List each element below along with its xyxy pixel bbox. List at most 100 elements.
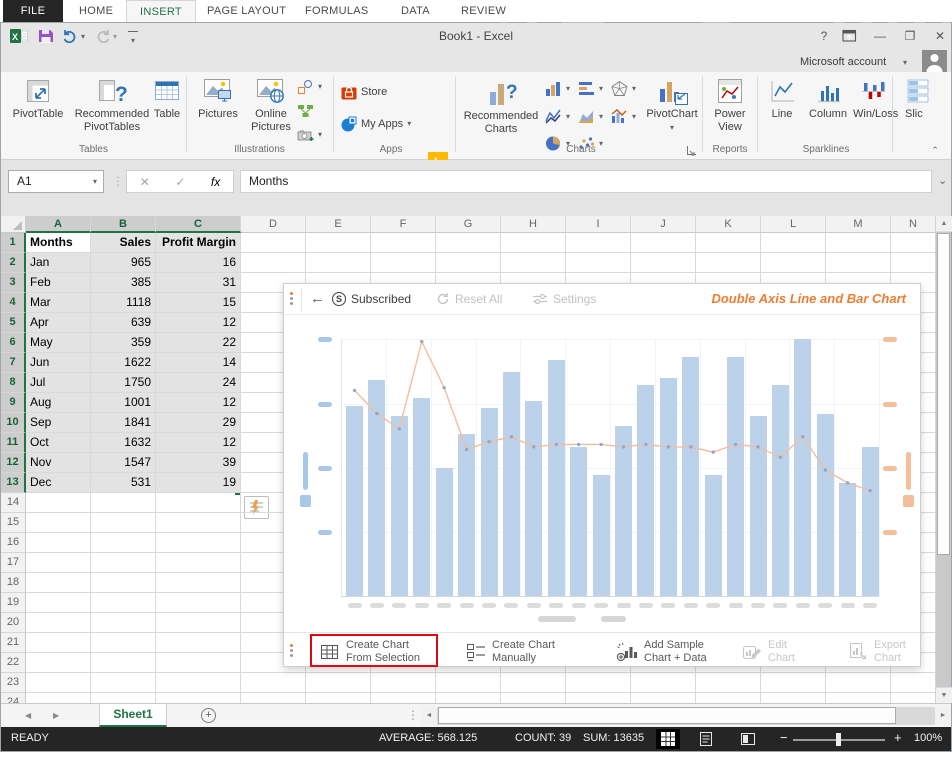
pictures-button[interactable]: Pictures (193, 76, 243, 121)
cell-L2[interactable] (761, 253, 826, 273)
cell-B21[interactable] (91, 633, 156, 653)
recommended-charts-button[interactable]: ? Recommended Charts (461, 76, 541, 135)
cell-A9[interactable]: Aug (26, 393, 91, 413)
cell-A17[interactable] (26, 553, 91, 573)
cell-C14[interactable] (156, 493, 241, 513)
cell-H23[interactable] (501, 673, 566, 693)
cell-C12[interactable]: 39 (156, 453, 241, 473)
cell-J24[interactable] (631, 693, 696, 703)
cell-G1[interactable] (436, 233, 501, 253)
screenshot-button[interactable]: ▾ (297, 127, 322, 143)
view-normal-button[interactable] (656, 729, 680, 749)
row-header-12[interactable]: 12 (1, 453, 26, 473)
insert-column-chart-button[interactable]: ▾ (545, 81, 570, 96)
edit-chart-button[interactable]: Edit Chart (742, 639, 795, 664)
formula-input[interactable]: Months (240, 170, 932, 193)
cell-A13[interactable]: Dec (26, 473, 91, 493)
cell-B16[interactable] (91, 533, 156, 553)
toolbar-drag-handle-icon[interactable] (290, 644, 293, 657)
vertical-scrollbar[interactable]: ▲ ▼ (935, 216, 952, 703)
cell-A16[interactable] (26, 533, 91, 553)
cell-M24[interactable] (826, 693, 891, 703)
row-header-3[interactable]: 3 (1, 273, 26, 293)
cell-B11[interactable]: 1632 (91, 433, 156, 453)
add-sample-chart-button[interactable]: Add Sample Chart + Data (616, 639, 707, 664)
scroll-left-icon[interactable]: ◄ (421, 707, 437, 725)
cell-B9[interactable]: 1001 (91, 393, 156, 413)
cell-L24[interactable] (761, 693, 826, 703)
cell-B1[interactable]: Sales (91, 233, 156, 253)
slicer-button[interactable]: Slic (899, 76, 949, 121)
cell-B20[interactable] (91, 613, 156, 633)
cell-K23[interactable] (696, 673, 761, 693)
cell-C24[interactable] (156, 693, 241, 703)
cell-K1[interactable] (696, 233, 761, 253)
row-header-14[interactable]: 14 (1, 493, 26, 513)
cell-B18[interactable] (91, 573, 156, 593)
cell-A19[interactable] (26, 593, 91, 613)
zoom-level[interactable]: 100% (914, 732, 942, 744)
insert-line-chart-button[interactable]: ▾ (545, 109, 570, 124)
insert-function-icon[interactable]: fx (211, 175, 220, 189)
addin-settings-button[interactable]: Settings (532, 292, 596, 306)
column-header-F[interactable]: F (371, 216, 436, 233)
tab-review[interactable]: REVIEW (448, 0, 519, 22)
export-chart-button[interactable]: Export Chart (848, 639, 906, 664)
charts-dialog-launcher[interactable] (687, 146, 696, 156)
row-header-20[interactable]: 20 (1, 613, 26, 633)
cell-B23[interactable] (91, 673, 156, 693)
cell-B6[interactable]: 359 (91, 333, 156, 353)
column-header-E[interactable]: E (306, 216, 371, 233)
ribbon-display-options-button[interactable] (842, 29, 857, 46)
tab-data[interactable]: DATA (388, 0, 443, 22)
cell-A5[interactable]: Apr (26, 313, 91, 333)
cell-B8[interactable]: 1750 (91, 373, 156, 393)
minimize-button[interactable]: — (868, 27, 892, 45)
shapes-button[interactable]: ▾ (297, 79, 322, 95)
cell-C21[interactable] (156, 633, 241, 653)
addin-drag-handle-icon[interactable] (290, 292, 293, 305)
close-button[interactable]: ✕ (928, 27, 952, 45)
row-header-22[interactable]: 22 (1, 653, 26, 673)
cell-C11[interactable]: 12 (156, 433, 241, 453)
insert-bar-chart-button[interactable]: ▾ (578, 81, 603, 96)
cell-C4[interactable]: 15 (156, 293, 241, 313)
tab-insert[interactable]: INSERT (126, 0, 196, 22)
addin-subscribed-badge[interactable]: S Subscribed (332, 292, 411, 306)
cell-A3[interactable]: Feb (26, 273, 91, 293)
addin-reset-all-button[interactable]: Reset All (436, 292, 502, 306)
cell-B12[interactable]: 1547 (91, 453, 156, 473)
insert-radar-chart-button[interactable]: ▾ (611, 81, 636, 96)
row-header-9[interactable]: 9 (1, 393, 26, 413)
collapse-ribbon-icon[interactable]: ˆ (933, 144, 937, 159)
create-chart-from-selection-button[interactable]: Create Chart From Selection (320, 639, 420, 664)
sheet-nav-left-icon[interactable]: ◀ (25, 711, 31, 720)
table-button[interactable]: Table (149, 76, 185, 121)
column-header-M[interactable]: M (826, 216, 891, 233)
cell-N2[interactable] (891, 253, 935, 273)
view-page-layout-button[interactable] (698, 731, 714, 750)
sparkline-column-button[interactable]: Column (803, 76, 853, 121)
cell-J1[interactable] (631, 233, 696, 253)
my-apps-button[interactable]: My Apps ▾ (341, 116, 411, 132)
cell-C6[interactable]: 22 (156, 333, 241, 353)
account-label[interactable]: Microsoft account (800, 56, 886, 68)
cell-D24[interactable] (241, 693, 306, 703)
view-page-break-button[interactable] (740, 731, 756, 750)
cell-A21[interactable] (26, 633, 91, 653)
scroll-down-icon[interactable]: ▼ (936, 687, 952, 703)
cell-M2[interactable] (826, 253, 891, 273)
cell-E1[interactable] (306, 233, 371, 253)
row-header-23[interactable]: 23 (1, 673, 26, 693)
cell-N24[interactable] (891, 693, 935, 703)
cell-M23[interactable] (826, 673, 891, 693)
cell-E23[interactable] (306, 673, 371, 693)
cell-A6[interactable]: May (26, 333, 91, 353)
account-caret-icon[interactable]: ▾ (903, 59, 907, 67)
status-average[interactable]: AVERAGE: 568.125 (379, 732, 477, 744)
column-header-J[interactable]: J (631, 216, 696, 233)
row-header-16[interactable]: 16 (1, 533, 26, 553)
name-box-caret-icon[interactable]: ▾ (93, 178, 97, 186)
cell-B24[interactable] (91, 693, 156, 703)
cell-B10[interactable]: 1841 (91, 413, 156, 433)
